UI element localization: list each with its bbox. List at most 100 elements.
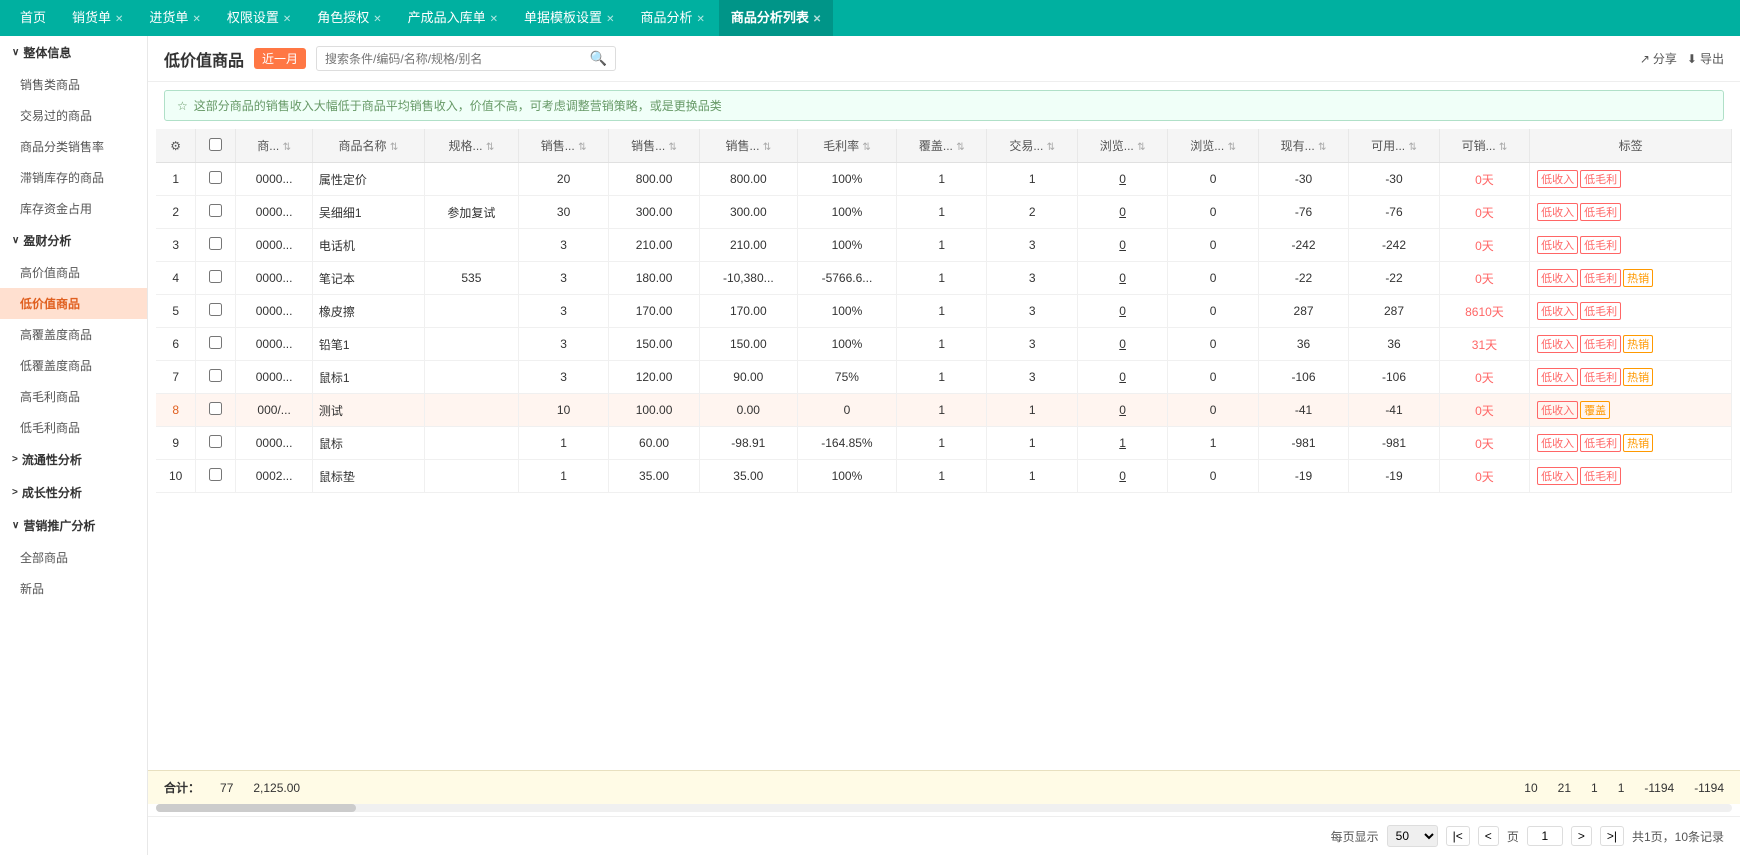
nav-close-icon[interactable]: ✕ xyxy=(373,14,381,25)
sidebar-item-高价值商品[interactable]: 高价值商品 xyxy=(0,257,147,288)
sidebar-item-高覆盖度商品[interactable]: 高覆盖度商品 xyxy=(0,319,147,350)
col-coverage[interactable]: 覆盖... ⇅ xyxy=(897,129,987,163)
sidebar-item-商品分类销售率[interactable]: 商品分类销售率 xyxy=(0,131,147,162)
view1-link[interactable]: 0 xyxy=(1119,271,1126,285)
sidebar-item-低价值商品[interactable]: 低价值商品 xyxy=(0,288,147,319)
col-spec[interactable]: 规格... ⇅ xyxy=(424,129,518,163)
row-view1[interactable]: 0 xyxy=(1077,262,1167,295)
view1-link[interactable]: 0 xyxy=(1119,304,1126,318)
row-checkbox[interactable] xyxy=(209,237,222,250)
horizontal-scrollbar[interactable] xyxy=(156,804,1732,812)
sidebar-group-盈财分析[interactable]: ∨盈财分析 xyxy=(0,224,147,257)
view1-link[interactable]: 0 xyxy=(1119,337,1126,351)
sidebar-item-库存资金占用[interactable]: 库存资金占用 xyxy=(0,193,147,224)
view1-link[interactable]: 0 xyxy=(1119,238,1126,252)
prev-page-button[interactable]: < xyxy=(1478,826,1499,846)
select-all-checkbox[interactable] xyxy=(209,138,222,151)
sidebar-item-低覆盖度商品[interactable]: 低覆盖度商品 xyxy=(0,350,147,381)
row-view1[interactable]: 0 xyxy=(1077,361,1167,394)
col-sale-price[interactable]: 销售... ⇅ xyxy=(699,129,797,163)
row-view1[interactable]: 0 xyxy=(1077,460,1167,493)
sidebar-item-低毛利商品[interactable]: 低毛利商品 xyxy=(0,412,147,443)
nav-item-单据模板设置[interactable]: 单据模板设置✕ xyxy=(512,0,626,36)
row-checkbox[interactable] xyxy=(209,303,222,316)
row-checkbox[interactable] xyxy=(209,468,222,481)
view1-link[interactable]: 0 xyxy=(1119,172,1126,186)
footer-totals: 合计： 77 2,125.00 10 21 1 1 -1194 -1194 xyxy=(148,770,1740,804)
sidebar-item-高毛利商品[interactable]: 高毛利商品 xyxy=(0,381,147,412)
row-available: -19 xyxy=(1349,460,1439,493)
nav-item-权限设置[interactable]: 权限设置✕ xyxy=(215,0,303,36)
col-available[interactable]: 可用... ⇅ xyxy=(1349,129,1439,163)
col-trade[interactable]: 交易... ⇅ xyxy=(987,129,1077,163)
col-sellable[interactable]: 可销... ⇅ xyxy=(1439,129,1529,163)
nav-item-角色授权[interactable]: 角色授权✕ xyxy=(305,0,393,36)
first-page-button[interactable]: |< xyxy=(1446,826,1470,846)
time-tag-button[interactable]: 近一月 xyxy=(254,48,306,69)
row-checkbox[interactable] xyxy=(209,336,222,349)
view1-link[interactable]: 0 xyxy=(1119,205,1126,219)
sidebar-group-营销推广分析[interactable]: ∨营销推广分析 xyxy=(0,509,147,542)
nav-close-icon[interactable]: ✕ xyxy=(192,14,200,25)
row-checkbox[interactable] xyxy=(209,270,222,283)
col-code[interactable]: 商... ⇅ xyxy=(236,129,313,163)
row-view1[interactable]: 0 xyxy=(1077,163,1167,196)
row-view1[interactable]: 1 xyxy=(1077,427,1167,460)
search-icon[interactable]: 🔍 xyxy=(590,50,607,67)
table-container[interactable]: ⚙ 商... ⇅ 商品名称 ⇅ 规格... ⇅ 销售... ⇅ 销售... ⇅ … xyxy=(148,129,1740,770)
view1-link[interactable]: 0 xyxy=(1119,370,1126,384)
row-checkbox[interactable] xyxy=(209,369,222,382)
sidebar-item-滞销库存的商品[interactable]: 滞销库存的商品 xyxy=(0,162,147,193)
row-spec xyxy=(424,460,518,493)
col-settings[interactable]: ⚙ xyxy=(156,129,196,163)
col-name[interactable]: 商品名称 ⇅ xyxy=(312,129,424,163)
col-sale-amount[interactable]: 销售... ⇅ xyxy=(609,129,699,163)
export-button[interactable]: ⬇ 导出 xyxy=(1687,50,1724,67)
scrollbar-thumb[interactable] xyxy=(156,804,356,812)
view1-link[interactable]: 0 xyxy=(1119,469,1126,483)
share-button[interactable]: ↗ 分享 xyxy=(1640,50,1677,67)
col-margin[interactable]: 毛利率 ⇅ xyxy=(797,129,896,163)
nav-close-icon[interactable]: ✕ xyxy=(283,14,291,25)
nav-item-产成品入库单[interactable]: 产成品入库单✕ xyxy=(396,0,510,36)
nav-close-icon[interactable]: ✕ xyxy=(115,14,123,25)
row-view1[interactable]: 0 xyxy=(1077,328,1167,361)
nav-close-icon[interactable]: ✕ xyxy=(490,14,498,25)
view1-link[interactable]: 0 xyxy=(1119,403,1126,417)
page-size-select[interactable]: 50 100 xyxy=(1387,825,1438,847)
sidebar-group-整体信息[interactable]: ∨整体信息 xyxy=(0,36,147,69)
nav-close-icon[interactable]: ✕ xyxy=(696,14,704,25)
sidebar-item-交易过的商品[interactable]: 交易过的商品 xyxy=(0,100,147,131)
col-sale-qty[interactable]: 销售... ⇅ xyxy=(518,129,608,163)
nav-item-商品分析[interactable]: 商品分析✕ xyxy=(628,0,716,36)
days-badge: 0天 xyxy=(1475,371,1494,385)
page-number-input[interactable] xyxy=(1527,826,1563,846)
row-checkbox[interactable] xyxy=(209,171,222,184)
nav-item-进货单[interactable]: 进货单✕ xyxy=(137,0,212,36)
row-view1[interactable]: 0 xyxy=(1077,229,1167,262)
col-view1[interactable]: 浏览... ⇅ xyxy=(1077,129,1167,163)
row-view1[interactable]: 0 xyxy=(1077,295,1167,328)
table-row: 40000...笔记本5353180.00-10,380...-5766.6..… xyxy=(156,262,1732,295)
col-current[interactable]: 现有... ⇅ xyxy=(1258,129,1348,163)
row-view1[interactable]: 0 xyxy=(1077,394,1167,427)
nav-close-icon[interactable]: ✕ xyxy=(813,14,821,25)
row-checkbox[interactable] xyxy=(209,204,222,217)
nav-item-首页[interactable]: 首页 xyxy=(8,0,58,36)
sidebar-item-新品[interactable]: 新品 xyxy=(0,573,147,604)
next-page-button[interactable]: > xyxy=(1571,826,1592,846)
search-input[interactable] xyxy=(325,52,586,66)
nav-close-icon[interactable]: ✕ xyxy=(606,14,614,25)
nav-item-商品分析列表[interactable]: 商品分析列表✕ xyxy=(719,0,833,36)
sidebar-item-全部商品[interactable]: 全部商品 xyxy=(0,542,147,573)
row-checkbox[interactable] xyxy=(209,435,222,448)
row-view1[interactable]: 0 xyxy=(1077,196,1167,229)
sidebar-group-成长性分析[interactable]: >成长性分析 xyxy=(0,476,147,509)
sidebar-group-流通性分析[interactable]: >流通性分析 xyxy=(0,443,147,476)
col-view2[interactable]: 浏览... ⇅ xyxy=(1168,129,1258,163)
last-page-button[interactable]: >| xyxy=(1600,826,1624,846)
view1-link[interactable]: 1 xyxy=(1119,436,1126,450)
row-checkbox[interactable] xyxy=(209,402,222,415)
nav-item-销货单[interactable]: 销货单✕ xyxy=(60,0,135,36)
sidebar-item-销售类商品[interactable]: 销售类商品 xyxy=(0,69,147,100)
